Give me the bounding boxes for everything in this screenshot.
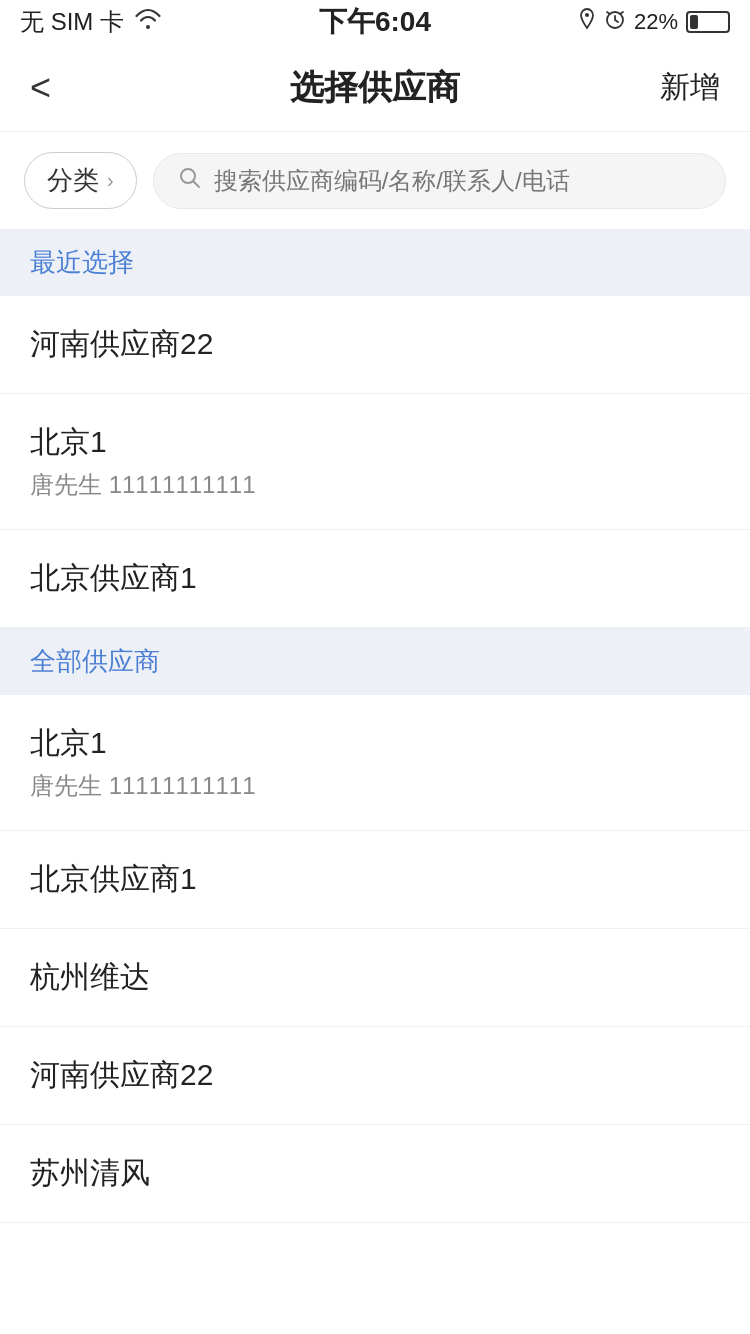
list-item[interactable]: 苏州清风 — [0, 1125, 750, 1223]
item-name: 河南供应商22 — [30, 324, 720, 365]
item-name: 北京供应商1 — [30, 859, 720, 900]
recent-section-header: 最近选择 — [0, 229, 750, 296]
category-button[interactable]: 分类 › — [24, 152, 137, 209]
alarm-icon — [604, 8, 626, 36]
item-name: 杭州维达 — [30, 957, 720, 998]
status-right: 22% — [578, 8, 730, 36]
search-input[interactable] — [214, 167, 701, 195]
nav-bar: < 选择供应商 新增 — [0, 44, 750, 132]
category-label: 分类 — [47, 163, 99, 198]
page-title: 选择供应商 — [290, 65, 460, 111]
recent-section-title: 最近选择 — [30, 247, 134, 277]
item-name: 苏州清风 — [30, 1153, 720, 1194]
item-name: 北京1 — [30, 422, 720, 463]
item-detail: 唐先生 11111111111 — [30, 469, 720, 501]
list-item[interactable]: 杭州维达 — [0, 929, 750, 1027]
list-item[interactable]: 河南供应商22 — [0, 1027, 750, 1125]
all-section-header: 全部供应商 — [0, 628, 750, 695]
all-section-title: 全部供应商 — [30, 646, 160, 676]
search-box[interactable] — [153, 153, 726, 209]
battery-percentage: 22% — [634, 9, 678, 35]
chevron-right-icon: › — [107, 169, 114, 192]
location-icon — [578, 8, 596, 36]
status-time: 下午6:04 — [319, 3, 431, 41]
search-icon — [178, 166, 202, 196]
add-button[interactable]: 新增 — [660, 67, 720, 108]
item-detail: 唐先生 11111111111 — [30, 770, 720, 802]
wifi-icon — [134, 8, 162, 36]
item-name: 河南供应商22 — [30, 1055, 720, 1096]
list-item[interactable]: 北京1 唐先生 11111111111 — [0, 394, 750, 530]
list-item[interactable]: 北京供应商1 — [0, 530, 750, 628]
status-left: 无 SIM 卡 — [20, 6, 162, 38]
filter-bar: 分类 › — [0, 132, 750, 229]
list-item[interactable]: 河南供应商22 — [0, 296, 750, 394]
back-button[interactable]: < — [30, 67, 90, 109]
item-name: 北京1 — [30, 723, 720, 764]
carrier-label: 无 SIM 卡 — [20, 6, 124, 38]
battery-icon — [686, 11, 730, 33]
all-items-list: 北京1 唐先生 11111111111 北京供应商1 杭州维达 河南供应商22 … — [0, 695, 750, 1223]
list-item[interactable]: 北京1 唐先生 11111111111 — [0, 695, 750, 831]
list-item[interactable]: 北京供应商1 — [0, 831, 750, 929]
svg-point-0 — [585, 13, 589, 17]
item-name: 北京供应商1 — [30, 558, 720, 599]
status-bar: 无 SIM 卡 下午6:04 22% — [0, 0, 750, 44]
recent-items-list: 河南供应商22 北京1 唐先生 11111111111 北京供应商1 — [0, 296, 750, 628]
